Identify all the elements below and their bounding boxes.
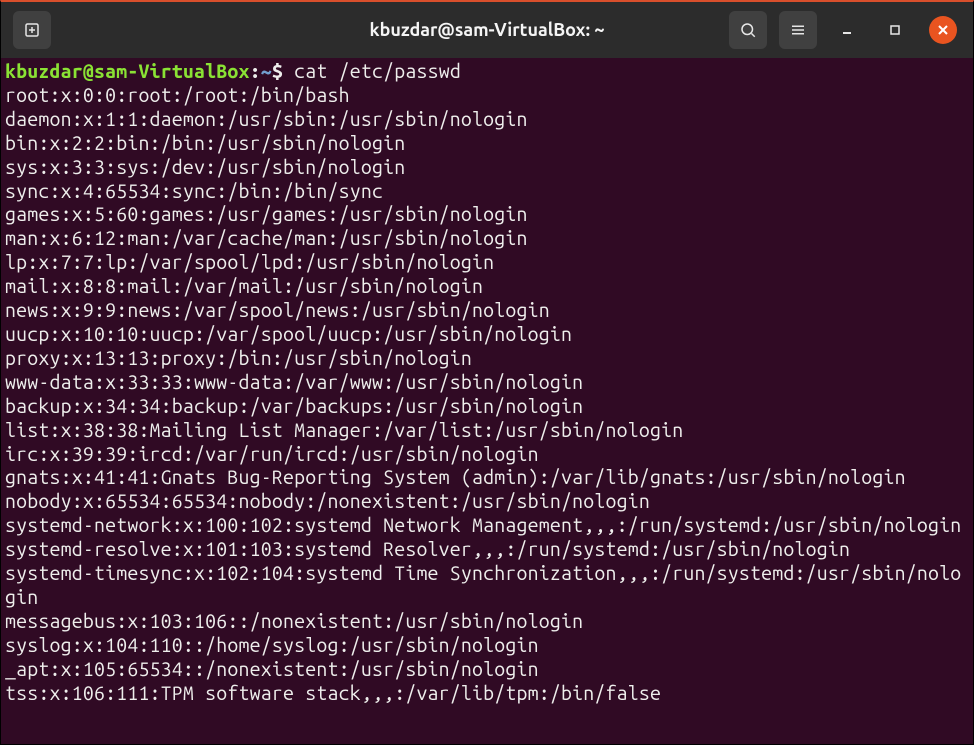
- titlebar-right-controls: [725, 11, 965, 49]
- close-button[interactable]: [929, 16, 957, 44]
- hamburger-icon: [789, 21, 807, 39]
- prompt-user-host: kbuzdar@sam-VirtualBox: [5, 60, 250, 82]
- minimize-button[interactable]: [833, 16, 861, 44]
- maximize-button[interactable]: [881, 16, 909, 44]
- window-titlebar: kbuzdar@sam-VirtualBox: ~: [1, 2, 973, 58]
- close-icon: [937, 24, 949, 36]
- new-tab-button[interactable]: [13, 11, 51, 49]
- prompt-separator: :: [250, 60, 261, 82]
- maximize-icon: [889, 24, 901, 36]
- search-button[interactable]: [729, 11, 767, 49]
- prompt-line: kbuzdar@sam-VirtualBox:~$ cat /etc/passw…: [5, 60, 461, 82]
- new-tab-icon: [23, 21, 41, 39]
- minimize-icon: [841, 24, 853, 36]
- terminal-output: root:x:0:0:root:/root:/bin/bash daemon:x…: [5, 84, 961, 704]
- menu-button[interactable]: [779, 11, 817, 49]
- search-icon: [739, 21, 757, 39]
- prompt-symbol: $: [272, 60, 283, 82]
- prompt-path: ~: [261, 60, 272, 82]
- command-text: cat /etc/passwd: [294, 60, 461, 82]
- terminal-area[interactable]: kbuzdar@sam-VirtualBox:~$ cat /etc/passw…: [1, 58, 973, 707]
